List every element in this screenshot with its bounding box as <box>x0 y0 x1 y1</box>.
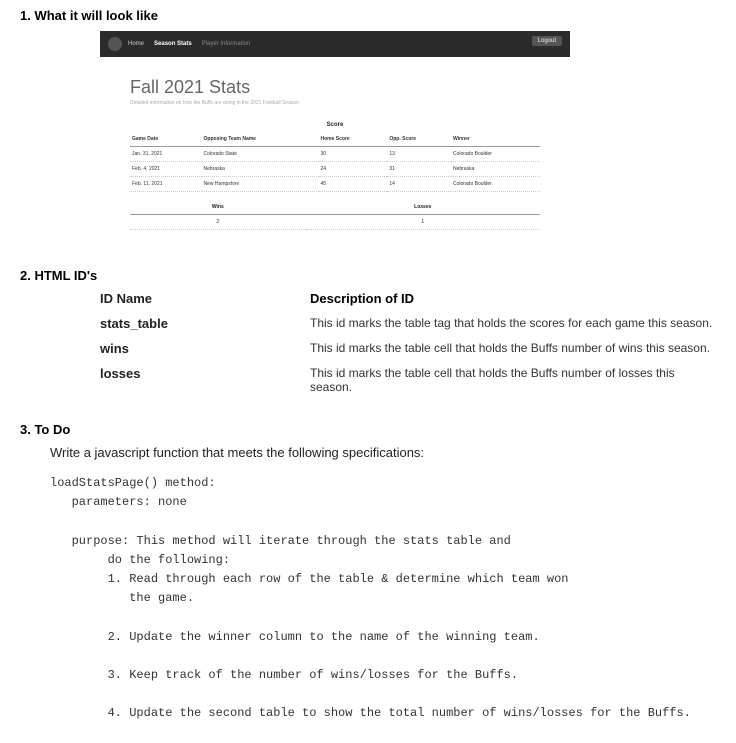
mockup-container: Home Season Stats Player Information Log… <box>100 31 716 240</box>
mockup-topbar: Home Season Stats Player Information Log… <box>100 31 570 57</box>
id-desc: This id marks the table tag that holds t… <box>310 316 716 331</box>
ids-col2-header: Description of ID <box>310 291 716 306</box>
nav-season-stats[interactable]: Season Stats <box>154 41 192 47</box>
table-header-row: Game Date Opposing Team Name Home Score … <box>130 132 540 147</box>
mockup-title: Fall 2021 Stats <box>130 77 540 98</box>
table-row: Jan. 31, 2021 Colorado State 30 13 Color… <box>130 147 540 162</box>
mockup-subtitle: Detailed information on how the Buffs ar… <box>130 100 540 106</box>
td-losses: 1 <box>306 215 540 230</box>
todo-intro: Write a javascript function that meets t… <box>50 445 716 460</box>
id-name: wins <box>100 341 310 356</box>
id-desc: This id marks the table cell that holds … <box>310 366 716 394</box>
ids-row: stats_table This id marks the table tag … <box>100 316 716 331</box>
code-block: loadStatsPage() method: parameters: none… <box>50 474 716 723</box>
td-wins: 2 <box>130 215 306 230</box>
ids-block: ID Name Description of ID stats_table Th… <box>100 291 716 394</box>
th-opponent: Opposing Team Name <box>202 132 319 147</box>
table-row: Feb. 11, 2021 New Hampshire 45 14 Colora… <box>130 177 540 192</box>
table-row: Feb. 4, 2021 Nebraska 24 31 Nebraska <box>130 162 540 177</box>
mockup-nav: Home Season Stats Player Information <box>128 41 250 47</box>
ids-header-row: ID Name Description of ID <box>100 291 716 306</box>
score-heading: Score <box>130 122 540 128</box>
mockup-window: Home Season Stats Player Information Log… <box>100 31 570 240</box>
id-desc: This id marks the table cell that holds … <box>310 341 716 356</box>
stats-table: Game Date Opposing Team Name Home Score … <box>130 132 540 192</box>
th-losses: Losses <box>306 200 540 215</box>
nav-home[interactable]: Home <box>128 41 144 47</box>
section3-heading: 3. To Do <box>20 422 716 437</box>
ids-row: wins This id marks the table cell that h… <box>100 341 716 356</box>
section1-heading: 1. What it will look like <box>20 8 716 23</box>
logout-button[interactable]: Logout <box>532 36 562 46</box>
th-opp-score: Opp. Score <box>387 132 451 147</box>
id-name: losses <box>100 366 310 394</box>
th-wins: Wins <box>130 200 306 215</box>
th-date: Game Date <box>130 132 202 147</box>
nav-player-info[interactable]: Player Information <box>202 41 251 47</box>
th-winner: Winner <box>451 132 540 147</box>
logo-icon <box>108 37 122 51</box>
ids-col1-header: ID Name <box>100 291 310 306</box>
th-home-score: Home Score <box>319 132 388 147</box>
mockup-body: Fall 2021 Stats Detailed information on … <box>100 57 570 240</box>
ids-row: losses This id marks the table cell that… <box>100 366 716 394</box>
id-name: stats_table <box>100 316 310 331</box>
section2-heading: 2. HTML ID's <box>20 268 716 283</box>
wins-losses-table: Wins Losses 2 1 <box>130 200 540 230</box>
